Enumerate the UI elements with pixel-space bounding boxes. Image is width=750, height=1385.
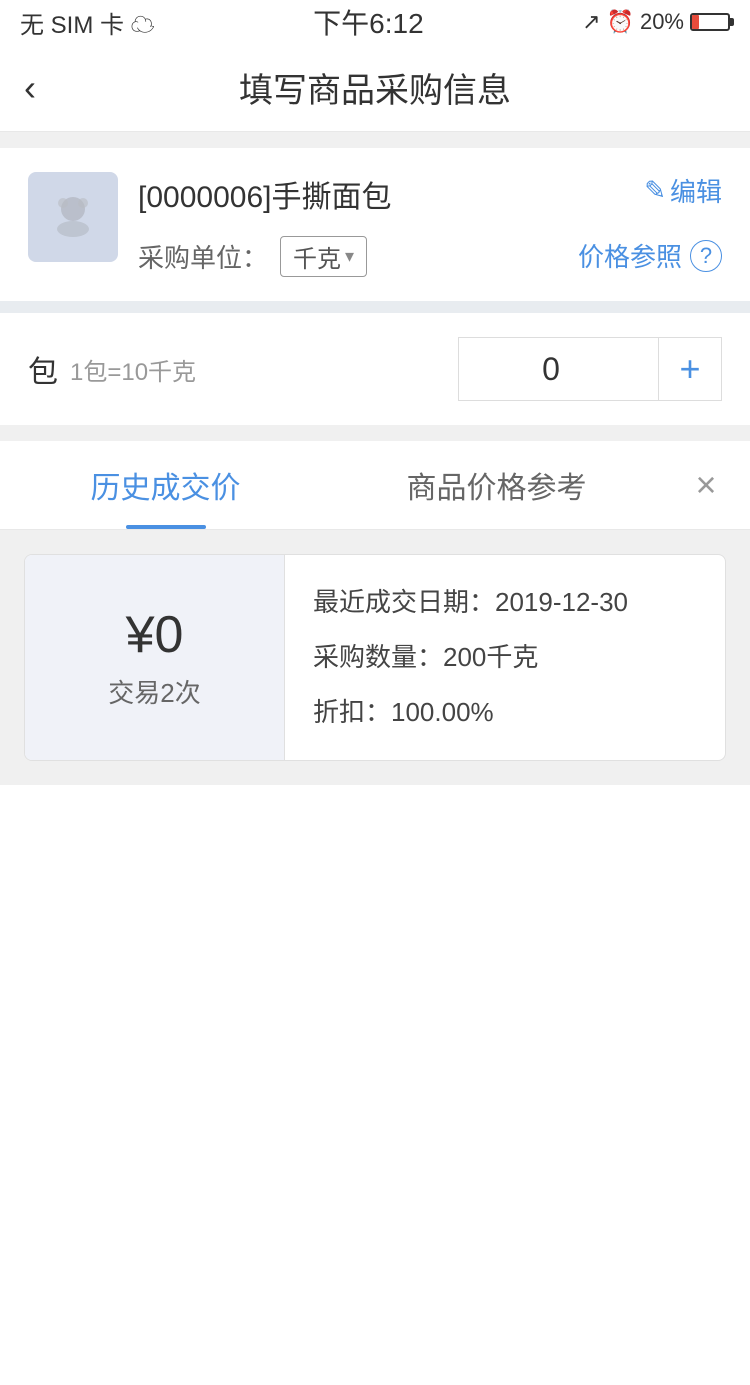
back-button[interactable]: ‹ [24,67,36,109]
tab-product-price-reference[interactable]: 商品价格参考 [331,441,662,529]
purchase-qty-row: 采购数量：200千克 [313,638,697,677]
product-header: [0000006]手撕面包 采购单位： 千克 ▾ ✎ 编辑 价格参照 ? [28,172,722,277]
purchase-qty-value: 200千克 [443,642,538,672]
discount-label: 折扣： [313,697,391,727]
product-image-icon [43,187,103,247]
page-title: 填写商品采购信息 [239,63,511,112]
unit-label: 采购单位： [138,238,268,275]
question-icon: ? [690,240,722,272]
price-reference-button[interactable]: 价格参照 ? [578,237,722,274]
edit-icon: ✎ [644,175,666,206]
status-left: 无 SIM 卡 ☁ [20,5,155,40]
product-actions: ✎ 编辑 价格参照 ? [578,172,722,274]
status-bar: 无 SIM 卡 ☁ 下午6:12 ↗ ⏰ 20% [0,0,750,44]
quantity-input[interactable] [458,337,658,401]
price-ref-label: 价格参照 [578,237,682,274]
quantity-label: 包 1包=10千克 [28,347,196,391]
transaction-count: 交易2次 [108,673,200,710]
recent-date-label: 最近成交日期： [313,587,495,617]
product-name: [0000006]手撕面包 [138,172,391,216]
gps-icon: ↗ [582,9,600,35]
status-time: 下午6:12 [313,2,424,42]
transaction-card: ¥0 交易2次 最近成交日期：2019-12-30 采购数量：200千克 折扣：… [24,554,726,761]
alarm-icon: ⏰ [607,9,634,35]
product-thumbnail [28,172,118,262]
unit-value: 千克 [293,239,341,274]
dropdown-arrow-icon: ▾ [345,246,354,267]
battery-percent: 20% [640,9,684,35]
transaction-details: 最近成交日期：2019-12-30 采购数量：200千克 折扣：100.00% [285,555,725,760]
product-info: [0000006]手撕面包 采购单位： 千克 ▾ [138,172,391,277]
tabs-header: 历史成交价 商品价格参考 × [0,441,750,529]
purchase-qty-label: 采购数量： [313,642,443,672]
product-card: [0000006]手撕面包 采购单位： 千克 ▾ ✎ 编辑 价格参照 ? [0,148,750,301]
section-divider [0,301,750,313]
edit-button[interactable]: ✎ 编辑 [644,172,722,209]
discount-row: 折扣：100.00% [313,693,697,732]
status-right: ↗ ⏰ 20% [582,9,730,35]
battery-icon [690,13,730,31]
quantity-row: 包 1包=10千克 + [0,313,750,425]
nav-bar: ‹ 填写商品采购信息 [0,44,750,132]
discount-value: 100.00% [391,697,494,727]
edit-label: 编辑 [670,172,722,209]
conversion-text: 1包=10千克 [70,352,196,387]
signal-text: 无 SIM 卡 ☁ [20,5,155,40]
recent-date-row: 最近成交日期：2019-12-30 [313,583,697,622]
quantity-unit: 包 [28,347,58,391]
close-tabs-button[interactable]: × [662,441,750,529]
product-left: [0000006]手撕面包 采购单位： 千克 ▾ [28,172,391,277]
transaction-price: ¥0 [126,605,184,665]
tabs-container: 历史成交价 商品价格参考 × [0,441,750,530]
tab-history-price[interactable]: 历史成交价 [0,441,331,529]
recent-date-value: 2019-12-30 [495,587,628,617]
transaction-summary: ¥0 交易2次 [25,555,285,760]
product-unit-row: 采购单位： 千克 ▾ [138,236,391,277]
quantity-input-group: + [458,337,722,401]
increment-button[interactable]: + [658,337,722,401]
bottom-area [0,785,750,1385]
unit-selector[interactable]: 千克 ▾ [280,236,367,277]
